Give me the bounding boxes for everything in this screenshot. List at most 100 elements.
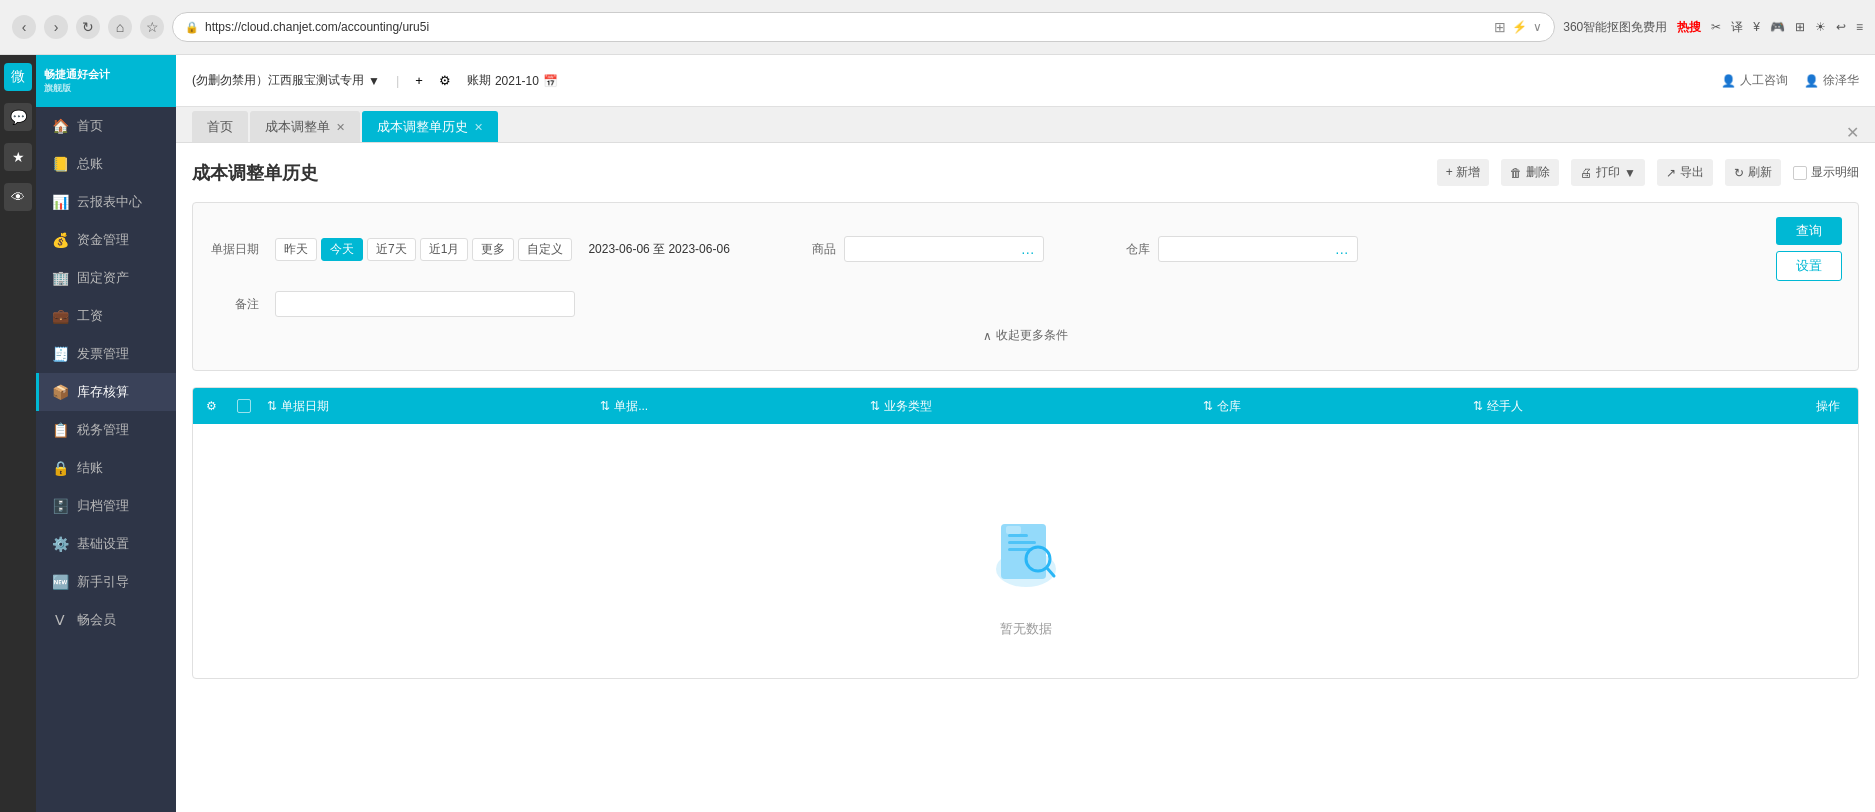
export-icon: ↗ [1666, 166, 1676, 180]
collapse-btn[interactable]: ∧ 收起更多条件 [983, 327, 1068, 344]
page-title: 成本调整单历史 [192, 161, 318, 185]
col-number-sort-icon: ⇅ [600, 399, 610, 413]
delete-btn-label: 删除 [1526, 164, 1550, 181]
col-date-sort-icon: ⇅ [267, 399, 277, 413]
home-icon: 🏠 [51, 118, 69, 134]
payroll-icon: 💼 [51, 308, 69, 324]
browser-right-icons: 360智能抠图免费用 热搜 ✂ 译 ¥ 🎮 ⊞ ☀ ↩ ≡ [1563, 19, 1863, 36]
sidebar-item-settings[interactable]: ⚙️ 基础设置 [36, 525, 176, 563]
filter-settings-btn[interactable]: 设置 [1776, 251, 1842, 281]
remark-filter-label: 备注 [209, 296, 259, 313]
col-warehouse[interactable]: ⇅ 仓库 [1195, 398, 1465, 415]
sidebar-label-assets: 固定资产 [77, 269, 129, 287]
refresh-icon: ↻ [1734, 166, 1744, 180]
home-button[interactable]: ⌂ [108, 15, 132, 39]
icon-bar-msg[interactable]: 💬 [4, 103, 32, 131]
tab-cost-adjust[interactable]: 成本调整单 ✕ [250, 111, 360, 142]
sidebar-item-payroll[interactable]: 💼 工资 [36, 297, 176, 335]
query-btn[interactable]: 查询 [1776, 217, 1842, 245]
sidebar-item-member[interactable]: Ⅴ 畅会员 [36, 601, 176, 639]
date-btn-custom[interactable]: 自定义 [518, 238, 572, 261]
address-bar[interactable]: 🔒 https://cloud.chanjet.com/accounting/u… [172, 12, 1555, 42]
sidebar-item-invoice[interactable]: 🧾 发票管理 [36, 335, 176, 373]
sidebar-item-closing[interactable]: 🔒 结账 [36, 449, 176, 487]
calendar-icon[interactable]: 📅 [543, 74, 558, 88]
table-gear-btn[interactable]: ⚙ [193, 399, 229, 413]
warehouse-more-icon[interactable]: … [1335, 241, 1349, 257]
tax-icon: 📋 [51, 422, 69, 438]
tab-cost-adjust-history-close[interactable]: ✕ [474, 121, 483, 134]
collapse-row: ∧ 收起更多条件 [209, 327, 1842, 344]
ledger-icon: 📒 [51, 156, 69, 172]
menu-icon: ≡ [1856, 20, 1863, 34]
user-service-btn[interactable]: 👤 人工咨询 [1721, 72, 1788, 89]
closing-icon: 🔒 [51, 460, 69, 476]
warehouse-filter-group: 仓库 … [1100, 236, 1358, 262]
goods-more-icon[interactable]: … [1021, 241, 1035, 257]
goods-select[interactable]: … [844, 236, 1044, 262]
col-date[interactable]: ⇅ 单据日期 [259, 398, 592, 415]
archive-icon: 🗄️ [51, 498, 69, 514]
tab-cost-adjust-close[interactable]: ✕ [336, 121, 345, 134]
sidebar-item-archive[interactable]: 🗄️ 归档管理 [36, 487, 176, 525]
sidebar-label-settings: 基础设置 [77, 535, 129, 553]
user-profile-btn[interactable]: 👤 徐泽华 [1804, 72, 1859, 89]
warehouse-select[interactable]: … [1158, 236, 1358, 262]
back-button[interactable]: ‹ [12, 15, 36, 39]
export-btn[interactable]: ↗ 导出 [1657, 159, 1713, 186]
tab-cost-adjust-history[interactable]: 成本调整单历史 ✕ [362, 111, 498, 142]
sidebar-item-finance[interactable]: 💰 资金管理 [36, 221, 176, 259]
delete-btn[interactable]: 🗑 删除 [1501, 159, 1559, 186]
refresh-btn-label: 刷新 [1748, 164, 1772, 181]
date-btn-more[interactable]: 更多 [472, 238, 514, 261]
select-all-checkbox[interactable] [237, 399, 251, 413]
app-wrapper: 微 💬 ★ 👁 畅捷通好会计 旗舰版 🏠 首页 📒 总账 📊 云报表中心 [0, 55, 1875, 812]
brightness-icon: ☀ [1815, 20, 1826, 34]
tab-cost-adjust-history-label: 成本调整单历史 [377, 118, 468, 136]
refresh-btn[interactable]: ↻ 刷新 [1725, 159, 1781, 186]
add-company-btn[interactable]: + [415, 73, 423, 88]
sidebar-item-tax[interactable]: 📋 税务管理 [36, 411, 176, 449]
sidebar-label-finance: 资金管理 [77, 231, 129, 249]
new-btn[interactable]: + 新增 [1437, 159, 1489, 186]
company-dropdown-icon: ▼ [368, 74, 380, 88]
icon-bar-star[interactable]: ★ [4, 143, 32, 171]
sidebar-item-ledger[interactable]: 📒 总账 [36, 145, 176, 183]
icon-bar-weibo[interactable]: 微 [4, 63, 32, 91]
col-handler[interactable]: ⇅ 经手人 [1465, 398, 1798, 415]
bookmark-button[interactable]: ☆ [140, 15, 164, 39]
export-btn-label: 导出 [1680, 164, 1704, 181]
gear-icon: ⚙ [206, 399, 217, 413]
sidebar-label-guide: 新手引导 [77, 573, 129, 591]
company-selector[interactable]: (勿删勿禁用）江西服宝测试专用 ▼ [192, 72, 380, 89]
col-biz-type[interactable]: ⇅ 业务类型 [862, 398, 1195, 415]
icon-bar-eye[interactable]: 👁 [4, 183, 32, 211]
forward-button[interactable]: › [44, 15, 68, 39]
sidebar-item-inventory[interactable]: 📦 库存核算 [36, 373, 176, 411]
page-header: 成本调整单历史 + 新增 🗑 删除 🖨 打印 ▼ ↗ [192, 159, 1859, 186]
tab-home[interactable]: 首页 [192, 111, 248, 142]
show-cols-label-text: 显示明细 [1811, 164, 1859, 181]
sidebar-item-guide[interactable]: 🆕 新手引导 [36, 563, 176, 601]
collapse-btn-label: 收起更多条件 [996, 327, 1068, 344]
tab-home-label: 首页 [207, 118, 233, 136]
tab-bar-close-icon[interactable]: ✕ [1846, 123, 1859, 142]
sidebar-item-home[interactable]: 🏠 首页 [36, 107, 176, 145]
col-number[interactable]: ⇅ 单据... [592, 398, 862, 415]
date-btn-yesterday[interactable]: 昨天 [275, 238, 317, 261]
refresh-button[interactable]: ↻ [76, 15, 100, 39]
show-cols-checkbox[interactable] [1793, 166, 1807, 180]
table-select-all[interactable] [229, 399, 259, 413]
scissors-icon: ✂ [1711, 20, 1721, 34]
show-cols-toggle[interactable]: 显示明细 [1793, 164, 1859, 181]
date-btn-today[interactable]: 今天 [321, 238, 363, 261]
sidebar-item-assets[interactable]: 🏢 固定资产 [36, 259, 176, 297]
date-btn-1month[interactable]: 近1月 [420, 238, 469, 261]
print-btn[interactable]: 🖨 打印 ▼ [1571, 159, 1645, 186]
sidebar-item-reports[interactable]: 📊 云报表中心 [36, 183, 176, 221]
settings-gear-icon[interactable]: ⚙ [439, 73, 451, 88]
date-btn-7days[interactable]: 近7天 [367, 238, 416, 261]
remark-input[interactable] [275, 291, 575, 317]
collapse-chevron-icon: ∧ [983, 329, 992, 343]
date-range-value: 2023-06-06 至 2023-06-06 [588, 241, 729, 258]
